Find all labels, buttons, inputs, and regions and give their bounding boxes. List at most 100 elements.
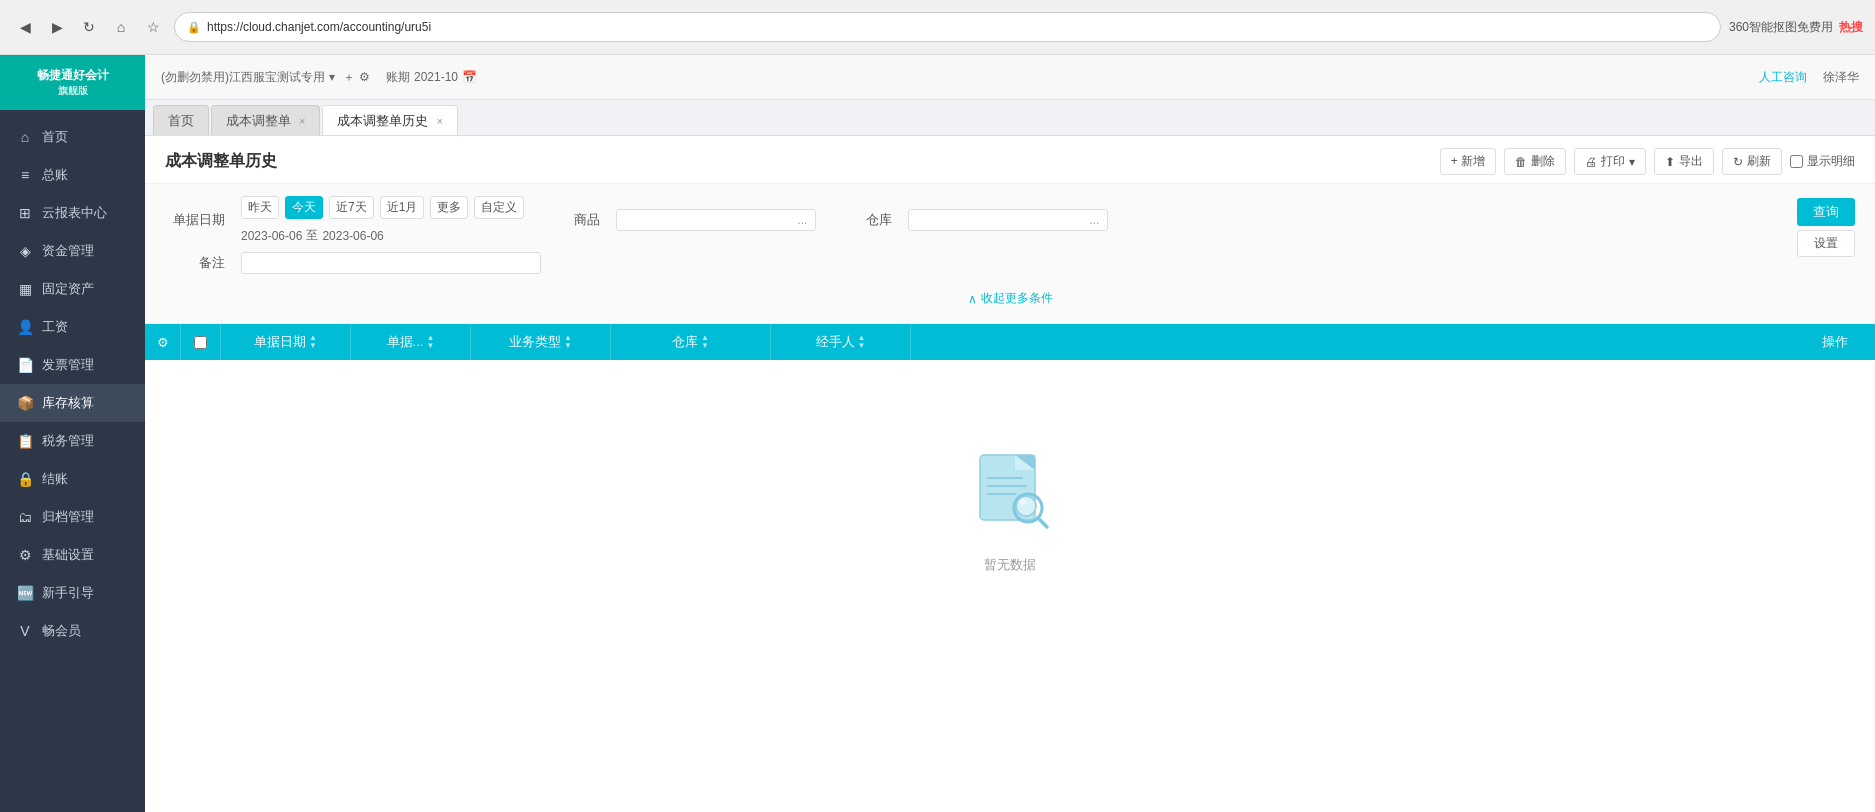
refresh-button[interactable]: ↻ 刷新 [1722, 148, 1782, 175]
filter-settings-button[interactable]: 设置 [1797, 230, 1855, 257]
inventory-icon: 📦 [16, 395, 34, 411]
archive-icon: 🗂 [16, 509, 34, 525]
forward-button[interactable]: ▶ [44, 14, 70, 40]
th-handler[interactable]: 经手人 ▲▼ [771, 324, 911, 360]
settings-company-icon[interactable]: ⚙ [359, 70, 370, 84]
username-label[interactable]: 徐泽华 [1823, 69, 1859, 86]
filter-row-1: 单据日期 昨天 今天 近7天 近1月 更多 自定义 [165, 196, 1781, 244]
sidebar-label-fixed-assets: 固定资产 [42, 280, 94, 298]
sidebar-label-inventory: 库存核算 [42, 394, 94, 412]
star-button[interactable]: ☆ [140, 14, 166, 40]
query-button[interactable]: 查询 [1797, 198, 1855, 226]
print-button[interactable]: 🖨 打印 ▾ [1574, 148, 1646, 175]
sidebar-label-invoice: 发票管理 [42, 356, 94, 374]
sidebar-logo: 畅捷通好会计 旗舰版 [0, 55, 145, 110]
sidebar-label-vip: 畅会员 [42, 622, 81, 640]
sidebar-item-inventory[interactable]: 📦 库存核算 [0, 384, 145, 422]
sidebar-item-closing[interactable]: 🔒 结账 [0, 460, 145, 498]
page-header: 成本调整单历史 + 新增 🗑 删除 🖨 打印 ▾ ⬆ 导出 [145, 136, 1875, 184]
goods-filter-select[interactable]: ... [616, 209, 816, 231]
no-sort-icon: ▲▼ [426, 334, 434, 350]
svg-line-8 [1038, 518, 1047, 527]
biztype-sort-icon: ▲▼ [564, 334, 572, 350]
th-gear[interactable]: ⚙ [145, 324, 181, 360]
sidebar-label-salary: 工资 [42, 318, 68, 336]
sidebar-item-salary[interactable]: 👤 工资 [0, 308, 145, 346]
address-bar[interactable]: 🔒 https://cloud.chanjet.com/accounting/u… [174, 12, 1721, 42]
show-detail-checkbox[interactable] [1790, 155, 1803, 168]
filter-area: 单据日期 昨天 今天 近7天 近1月 更多 自定义 [145, 184, 1875, 324]
date-yesterday-btn[interactable]: 昨天 [241, 196, 279, 219]
print-icon: 🖨 [1585, 155, 1597, 169]
tab-cost-adjust[interactable]: 成本调整单 × [211, 105, 320, 135]
warehouse-more-dots[interactable]: ... [1089, 213, 1099, 227]
export-button[interactable]: ⬆ 导出 [1654, 148, 1714, 175]
guide-icon: 🆕 [16, 585, 34, 601]
refresh-button[interactable]: ↻ [76, 14, 102, 40]
date-more-btn[interactable]: 更多 [430, 196, 468, 219]
sidebar-item-basic-settings[interactable]: ⚙ 基础设置 [0, 536, 145, 574]
sidebar-item-reports[interactable]: ⊞ 云报表中心 [0, 194, 145, 232]
sidebar-item-guide[interactable]: 🆕 新手引导 [0, 574, 145, 612]
main-area: (勿删勿禁用)江西服宝测试专用 ▾ ＋ ⚙ 账期 2021-10 📅 人工咨询 … [145, 55, 1875, 812]
tax-icon: 📋 [16, 433, 34, 449]
warehouse-filter-label: 仓库 [832, 211, 892, 229]
sidebar-item-funds[interactable]: ◈ 资金管理 [0, 232, 145, 270]
svg-point-7 [1016, 496, 1036, 516]
th-biztype-label: 业务类型 [509, 333, 561, 351]
sidebar-item-invoice[interactable]: 📄 发票管理 [0, 346, 145, 384]
show-detail-checkbox-label[interactable]: 显示明细 [1790, 153, 1855, 170]
remark-filter-label: 备注 [165, 254, 225, 272]
search-label: 360智能抠图免费用 [1729, 19, 1833, 36]
home-button[interactable]: ⌂ [108, 14, 134, 40]
tab-home-label: 首页 [168, 112, 194, 130]
warehouse-filter-select[interactable]: ... [908, 209, 1108, 231]
calendar-icon[interactable]: 📅 [462, 70, 477, 84]
th-date[interactable]: 单据日期 ▲▼ [221, 324, 351, 360]
tab-home[interactable]: 首页 [153, 105, 209, 135]
tab-cost-adjust-label: 成本调整单 [226, 112, 291, 130]
back-button[interactable]: ◀ [12, 14, 38, 40]
th-biztype[interactable]: 业务类型 ▲▼ [471, 324, 611, 360]
logo-sub-text: 旗舰版 [37, 84, 109, 97]
th-warehouse[interactable]: 仓库 ▲▼ [611, 324, 771, 360]
sidebar-item-ledger[interactable]: ≡ 总账 [0, 156, 145, 194]
sidebar-label-archive: 归档管理 [42, 508, 94, 526]
remark-filter-input[interactable] [241, 252, 541, 274]
sidebar-menu: ⌂ 首页 ≡ 总账 ⊞ 云报表中心 ◈ 资金管理 ▦ 固定资产 👤 工资 [0, 110, 145, 812]
tab-cost-adjust-history-label: 成本调整单历史 [337, 112, 428, 130]
delete-button[interactable]: 🗑 删除 [1504, 148, 1566, 175]
basic-settings-icon: ⚙ [16, 547, 34, 563]
consult-link[interactable]: 人工咨询 [1759, 69, 1807, 86]
tab-cost-adjust-close[interactable]: × [299, 115, 305, 127]
select-all-checkbox[interactable] [194, 336, 207, 349]
sidebar-item-tax[interactable]: 📋 税务管理 [0, 422, 145, 460]
period-info: 账期 2021-10 📅 [386, 69, 477, 86]
goods-more-dots[interactable]: ... [797, 213, 807, 227]
page-content: 成本调整单历史 + 新增 🗑 删除 🖨 打印 ▾ ⬆ 导出 [145, 136, 1875, 812]
sidebar-item-fixed-assets[interactable]: ▦ 固定资产 [0, 270, 145, 308]
tab-cost-adjust-history-close[interactable]: × [436, 115, 442, 127]
date-range-display: 2023-06-06 至 2023-06-06 [241, 227, 524, 244]
sidebar-item-vip[interactable]: V 畅会员 [0, 612, 145, 650]
date-today-btn[interactable]: 今天 [285, 196, 323, 219]
show-detail-label: 显示明细 [1807, 153, 1855, 170]
date-1month-btn[interactable]: 近1月 [380, 196, 425, 219]
sidebar-item-home[interactable]: ⌂ 首页 [0, 118, 145, 156]
sidebar-label-funds: 资金管理 [42, 242, 94, 260]
refresh-icon: ↻ [1733, 155, 1743, 169]
date-7days-btn[interactable]: 近7天 [329, 196, 374, 219]
page-actions: + 新增 🗑 删除 🖨 打印 ▾ ⬆ 导出 ↻ [1440, 148, 1855, 175]
lock-icon: 🔒 [187, 21, 201, 34]
sidebar-item-archive[interactable]: 🗂 归档管理 [0, 498, 145, 536]
company-selector[interactable]: (勿删勿禁用)江西服宝测试专用 ▾ ＋ ⚙ [161, 69, 370, 86]
date-custom-btn[interactable]: 自定义 [474, 196, 524, 219]
th-check[interactable] [181, 324, 221, 360]
add-button[interactable]: + 新增 [1440, 148, 1496, 175]
th-warehouse-label: 仓库 [672, 333, 698, 351]
collapse-more-btn[interactable]: ∧ 收起更多条件 [165, 286, 1855, 311]
handler-sort-icon: ▲▼ [858, 334, 866, 350]
th-no[interactable]: 单据... ▲▼ [351, 324, 471, 360]
add-company-icon[interactable]: ＋ [343, 69, 355, 86]
tab-cost-adjust-history[interactable]: 成本调整单历史 × [322, 105, 457, 135]
